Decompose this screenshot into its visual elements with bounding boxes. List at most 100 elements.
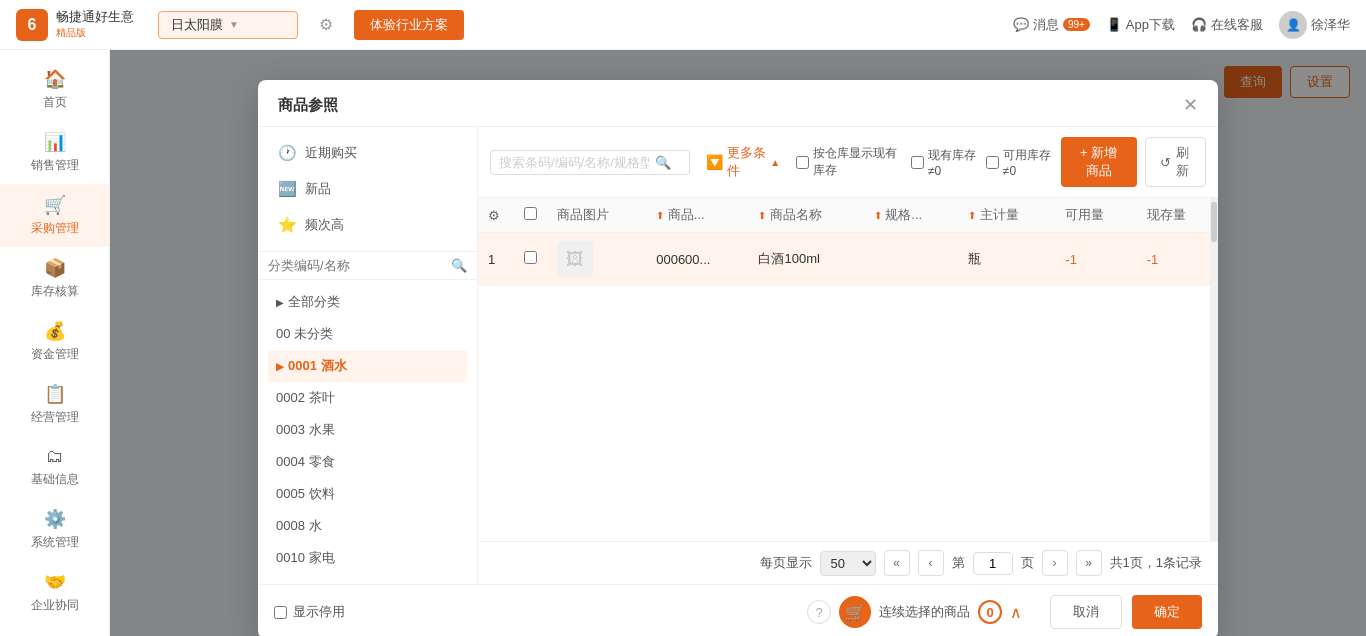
- user-btn[interactable]: 👤 徐泽华: [1279, 11, 1350, 39]
- left-panel: 🕐 近期购买 🆕 新品 ⭐ 频次高: [258, 127, 478, 584]
- first-page-button[interactable]: «: [884, 550, 910, 576]
- col-code[interactable]: ⬆ 商品...: [646, 198, 748, 233]
- sidebar-item-purchase[interactable]: 🛒 采购管理: [0, 184, 109, 247]
- table-row[interactable]: 1 🖼 000600... 白酒100ml 瓶: [478, 233, 1218, 286]
- next-page-button[interactable]: ›: [1042, 550, 1068, 576]
- new-product-tab[interactable]: 🆕 新品: [268, 173, 467, 205]
- sidebar-item-business[interactable]: 📋 经营管理: [0, 373, 109, 436]
- modal-overlay: 商品参照 ✕ 🕐 近期购买 🆕: [110, 50, 1366, 636]
- product-search-icon[interactable]: 🔍: [655, 155, 671, 170]
- frequent-label: 频次高: [305, 216, 344, 234]
- sidebar-item-system[interactable]: ⚙️ 系统管理: [0, 498, 109, 561]
- available-ne0-input[interactable]: [986, 156, 999, 169]
- refresh-label: 刷新: [1175, 144, 1191, 180]
- main-layout: 🏠 首页 📊 销售管理 🛒 采购管理 📦 库存核算 💰 资金管理 📋 经营管理 …: [0, 50, 1366, 636]
- cat-0002[interactable]: 0002 茶叶: [268, 382, 467, 414]
- exp-button[interactable]: 体验行业方案: [354, 10, 464, 40]
- select-all-checkbox[interactable]: [524, 207, 537, 220]
- cat-0003[interactable]: 0003 水果: [268, 414, 467, 446]
- help-icon[interactable]: ?: [807, 600, 831, 624]
- show-disabled-input[interactable]: [274, 606, 287, 619]
- cart-icon[interactable]: 🛒: [839, 596, 871, 628]
- confirm-button[interactable]: 确定: [1132, 595, 1202, 629]
- collapse-arrow-icon[interactable]: ∧: [1010, 603, 1022, 622]
- per-page-select[interactable]: 50 20 100: [820, 551, 876, 576]
- headset-icon: 🎧: [1191, 17, 1207, 32]
- sidebar-inventory-label: 库存核算: [31, 283, 79, 300]
- cat-search-input[interactable]: [268, 252, 451, 279]
- cat-0005[interactable]: 0005 饮料: [268, 478, 467, 510]
- sidebar-item-finance[interactable]: 💰 资金管理: [0, 310, 109, 373]
- cart-label: 连续选择的商品: [879, 603, 970, 621]
- warehouse-checkbox-input[interactable]: [796, 156, 809, 169]
- pagination-bar: 每页显示 50 20 100 « ‹ 第 页 ›: [478, 541, 1218, 584]
- add-product-button[interactable]: + 新增商品: [1061, 137, 1137, 187]
- recent-label: 近期购买: [305, 144, 357, 162]
- stock-ne0-checkbox[interactable]: 现有库存≠0: [911, 147, 978, 178]
- nav-right: 💬 消息 99+ 📱 App下载 🎧 在线客服 👤 徐泽华: [1013, 11, 1350, 39]
- cat-search-icon[interactable]: 🔍: [451, 258, 467, 273]
- sidebar-item-base-info[interactable]: 🗂 基础信息: [0, 436, 109, 498]
- frequent-tab[interactable]: ⭐ 频次高: [268, 209, 467, 241]
- finance-icon: 💰: [44, 320, 66, 342]
- warehouse-checkbox[interactable]: 按仓库显示现有库存: [796, 145, 903, 179]
- row-select-checkbox[interactable]: [524, 251, 537, 264]
- row-stock: -1: [1137, 233, 1218, 286]
- row-spec: [864, 233, 958, 286]
- sort-icon-code: ⬆: [656, 210, 664, 221]
- sidebar-item-guide[interactable]: 📖 新手引导: [0, 624, 109, 636]
- service-btn[interactable]: 🎧 在线客服: [1191, 16, 1263, 34]
- message-icon: 💬: [1013, 17, 1029, 32]
- recent-purchase-tab[interactable]: 🕐 近期购买: [268, 137, 467, 169]
- sidebar-purchase-label: 采购管理: [31, 220, 79, 237]
- left-panel-tabs: 🕐 近期购买 🆕 新品 ⭐ 频次高: [258, 137, 477, 241]
- business-icon: 📋: [44, 383, 66, 405]
- col-name[interactable]: ⬆ 商品名称: [748, 198, 863, 233]
- new-icon: 🆕: [278, 180, 297, 198]
- last-page-button[interactable]: »: [1076, 550, 1102, 576]
- cat-0008[interactable]: 0008 水: [268, 510, 467, 542]
- cat-00[interactable]: 00 未分类: [268, 318, 467, 350]
- sidebar-item-cooperation[interactable]: 🤝 企业协同: [0, 561, 109, 624]
- cat-0004[interactable]: 0004 零食: [268, 446, 467, 478]
- home-icon: 🏠: [44, 68, 66, 90]
- sales-icon: 📊: [44, 131, 66, 153]
- cancel-button[interactable]: 取消: [1050, 595, 1122, 629]
- frequent-icon: ⭐: [278, 216, 297, 234]
- sidebar-item-home[interactable]: 🏠 首页: [0, 58, 109, 121]
- prev-page-button[interactable]: ‹: [918, 550, 944, 576]
- col-checkbox: [514, 198, 547, 233]
- sidebar-item-inventory[interactable]: 📦 库存核算: [0, 247, 109, 310]
- product-thumbnail: 🖼: [557, 241, 593, 277]
- logo-area: 6 畅捷通好生意 精品版: [16, 9, 134, 41]
- sort-icon-unit: ⬆: [968, 210, 976, 221]
- stock-ne0-input[interactable]: [911, 156, 924, 169]
- cat-all[interactable]: ▶ 全部分类: [268, 286, 467, 318]
- nav-brand[interactable]: 日太阳膜 ▼: [158, 11, 298, 39]
- refresh-button[interactable]: ↺ 刷新: [1145, 137, 1206, 187]
- gear-button[interactable]: ⚙: [310, 9, 342, 41]
- sidebar-item-sales[interactable]: 📊 销售管理: [0, 121, 109, 184]
- product-search-input[interactable]: [499, 155, 649, 170]
- username-label: 徐泽华: [1311, 16, 1350, 34]
- message-btn[interactable]: 💬 消息 99+: [1013, 16, 1090, 34]
- modal-close-button[interactable]: ✕: [1183, 94, 1198, 116]
- show-disabled-checkbox[interactable]: 显示停用: [274, 603, 345, 621]
- app-download-btn[interactable]: 📱 App下载: [1106, 16, 1175, 34]
- row-unit: 瓶: [958, 233, 1055, 286]
- product-modal: 商品参照 ✕ 🕐 近期购买 🆕: [258, 80, 1218, 636]
- col-config[interactable]: ⚙: [478, 198, 514, 233]
- scroll-bar[interactable]: [1210, 198, 1218, 541]
- filter-button[interactable]: 🔽 更多条件 ▲: [698, 140, 788, 184]
- sidebar-coop-label: 企业协同: [31, 597, 79, 614]
- col-spec[interactable]: ⬆ 规格...: [864, 198, 958, 233]
- new-label: 新品: [305, 180, 331, 198]
- col-unit[interactable]: ⬆ 主计量: [958, 198, 1055, 233]
- cat-0001[interactable]: ▶ 0001 酒水: [268, 350, 467, 382]
- table-header-row: ⚙ 商品图片 ⬆ 商品...: [478, 198, 1218, 233]
- available-ne0-label: 可用库存≠0: [1003, 147, 1053, 178]
- available-ne0-checkbox[interactable]: 可用库存≠0: [986, 147, 1053, 178]
- cat-0010[interactable]: 0010 家电: [268, 542, 467, 574]
- page-input[interactable]: [973, 552, 1013, 575]
- row-checkbox[interactable]: [514, 233, 547, 286]
